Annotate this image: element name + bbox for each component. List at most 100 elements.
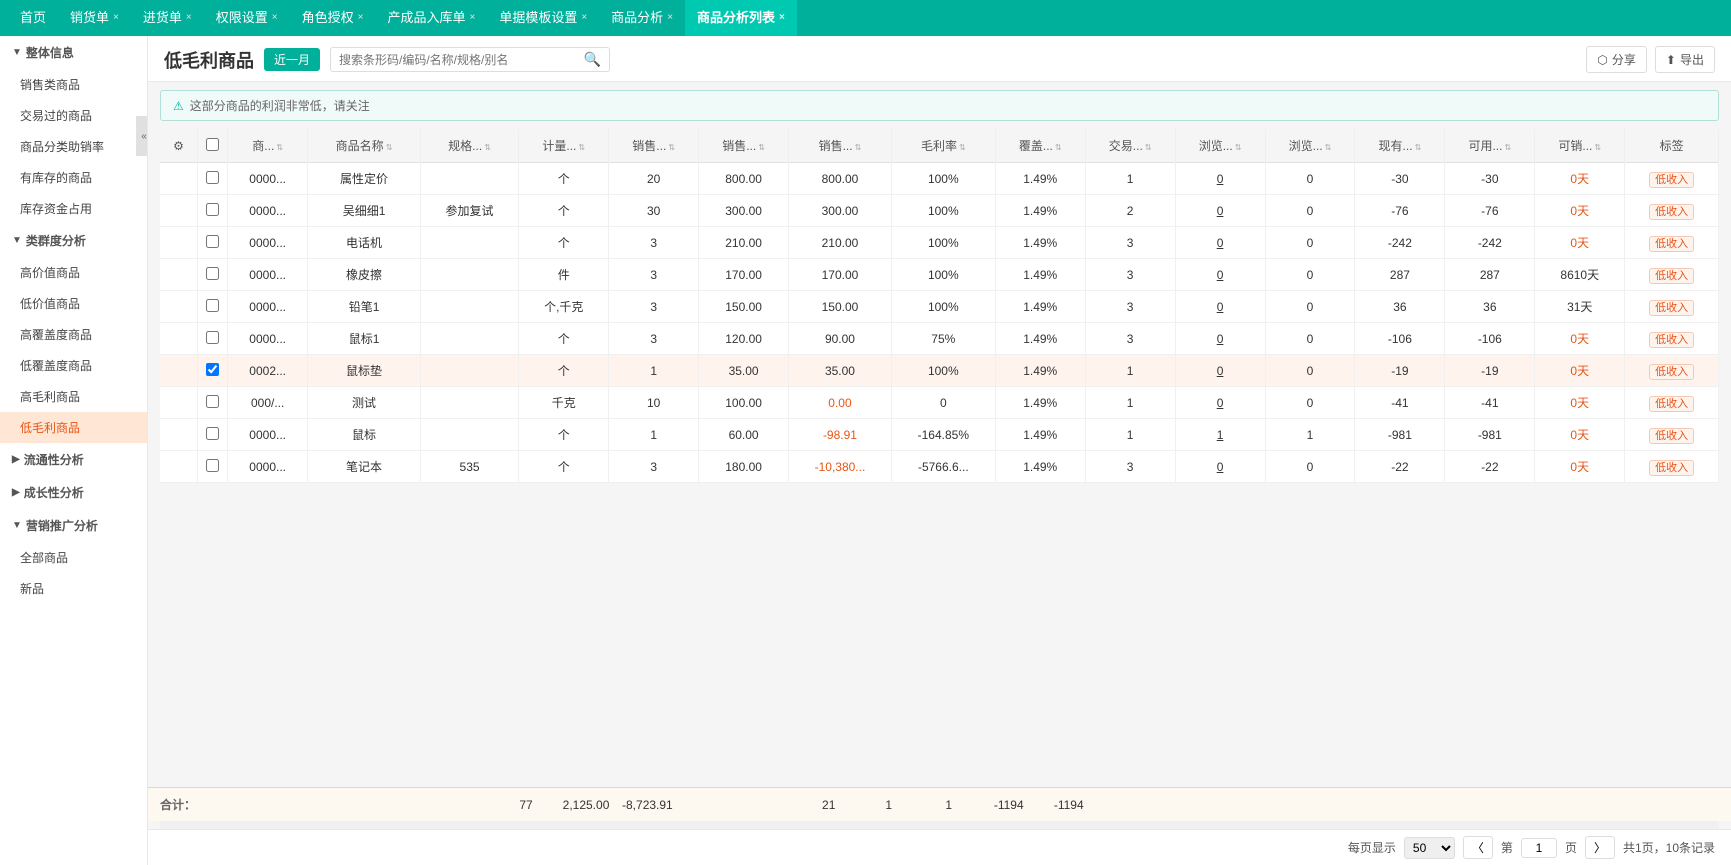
row-available-stock: -19 [1445,355,1535,387]
row-available-stock: -242 [1445,227,1535,259]
row-checkbox[interactable] [198,163,228,195]
row-checkbox[interactable] [198,451,228,483]
search-input[interactable] [339,53,584,67]
col-name[interactable]: 商品名称⇅ [308,129,421,163]
sidebar-item-category-sales-rate[interactable]: 商品分类助销率 [0,131,147,162]
col-code[interactable]: 商...⇅ [228,129,308,163]
row-settings[interactable] [160,291,198,323]
sidebar-item-low-coverage[interactable]: 低覆盖度商品 [0,350,147,381]
page-input[interactable] [1521,838,1557,858]
row-checkbox[interactable] [198,291,228,323]
col-available-stock[interactable]: 可用...⇅ [1445,129,1535,163]
nav-product-warehousing[interactable]: 产成品入库单 × [375,0,487,36]
nav-close-product-analysis-list[interactable]: × [779,0,785,36]
row-settings[interactable] [160,387,198,419]
col-gross-margin[interactable]: 毛利率⇅ [891,129,995,163]
sidebar-item-high-margin[interactable]: 高毛利商品 [0,381,147,412]
col-spec[interactable]: 规格...⇅ [420,129,518,163]
content-area: 低毛利商品 近一月 🔍 ⬡ 分享 ⬆ 导出 ⚠ 这部分商品的利润非常低，请关注 [148,36,1731,865]
row-settings[interactable] [160,323,198,355]
nav-close-permission[interactable]: × [272,0,278,36]
col-view2[interactable]: 浏览...⇅ [1265,129,1355,163]
nav-permission[interactable]: 权限设置 × [204,0,290,36]
share-button[interactable]: ⬡ 分享 [1586,46,1647,73]
nav-sales-order[interactable]: 销货单 × [58,0,131,36]
col-unit[interactable]: 计量...⇅ [519,129,609,163]
sidebar-collapse-btn[interactable]: « [136,116,148,156]
col-sale-qty[interactable]: 销售...⇅ [609,129,699,163]
sidebar-group-overall[interactable]: ▼ 整体信息 [0,36,147,69]
nav-home[interactable]: 首页 [8,0,58,36]
sidebar-group-growth[interactable]: ▶ 成长性分析 [0,476,147,509]
nav-close-template-settings[interactable]: × [581,0,587,36]
nav-purchase-order[interactable]: 进货单 × [131,0,204,36]
row-view1: 0 [1175,195,1265,227]
col-view1[interactable]: 浏览...⇅ [1175,129,1265,163]
select-all-checkbox[interactable] [206,138,219,151]
sidebar-item-high-coverage[interactable]: 高覆盖度商品 [0,319,147,350]
row-code: 0000... [228,419,308,451]
export-button[interactable]: ⬆ 导出 [1655,46,1715,73]
nav-close-sales-order[interactable]: × [113,0,119,36]
sidebar-item-high-value[interactable]: 高价值商品 [0,257,147,288]
row-checkbox[interactable] [198,323,228,355]
row-settings[interactable] [160,195,198,227]
horizontal-scrollbar[interactable] [160,821,1719,829]
page-label: 第 [1501,839,1513,856]
table-footer: 合计： 77 2,125.00 -8,723.91 21 1 1 -1194 -… [148,787,1731,821]
sidebar-item-sales-products[interactable]: 销售类商品 [0,69,147,100]
row-checkbox[interactable] [198,259,228,291]
row-gross-margin: 100% [891,291,995,323]
col-coverage[interactable]: 覆盖...⇅ [995,129,1085,163]
page-size-select[interactable]: 50 20 100 [1404,837,1455,859]
nav-product-analysis-list[interactable]: 商品分析列表 × [685,0,797,36]
row-available-stock: 287 [1445,259,1535,291]
row-settings[interactable] [160,227,198,259]
row-tag: 低收入 [1625,227,1719,259]
prev-page-button[interactable]: 〈 [1463,836,1493,859]
col-tag[interactable]: 标签 [1625,129,1719,163]
col-saleable-days[interactable]: 可销...⇅ [1535,129,1625,163]
nav-close-role-auth[interactable]: × [358,0,364,36]
sidebar-item-in-stock-products[interactable]: 有库存的商品 [0,162,147,193]
sidebar-item-new-products[interactable]: 新品 [0,573,147,604]
nav-product-analysis[interactable]: 商品分析 × [599,0,685,36]
sidebar-item-all-products[interactable]: 全部商品 [0,542,147,573]
row-settings[interactable] [160,419,198,451]
col-trade-count[interactable]: 交易...⇅ [1085,129,1175,163]
row-checkbox[interactable] [198,387,228,419]
row-name: 笔记本 [308,451,421,483]
nav-close-purchase-order[interactable]: × [186,0,192,36]
row-checkbox[interactable] [198,355,228,387]
col-sale-amount[interactable]: 销售...⇅ [699,129,789,163]
sidebar-item-low-value[interactable]: 低价值商品 [0,288,147,319]
row-settings[interactable] [160,355,198,387]
row-checkbox[interactable] [198,195,228,227]
nav-template-settings[interactable]: 单据模板设置 × [487,0,599,36]
next-page-button[interactable]: 〉 [1585,836,1615,859]
sidebar-item-low-margin[interactable]: 低毛利商品 [0,412,147,443]
row-spec: 参加复试 [420,195,518,227]
sidebar-group-cluster[interactable]: ▼ 类群度分析 [0,224,147,257]
nav-close-product-analysis[interactable]: × [667,0,673,36]
row-checkbox[interactable] [198,419,228,451]
col-settings[interactable]: ⚙ [160,129,198,163]
sidebar-item-traded-products[interactable]: 交易过的商品 [0,100,147,131]
search-icon[interactable]: 🔍 [584,51,601,68]
col-sale-profit[interactable]: 销售...⇅ [789,129,892,163]
row-checkbox[interactable] [198,227,228,259]
row-settings[interactable] [160,259,198,291]
row-settings[interactable] [160,451,198,483]
arrow-right-icon-2: ▶ [12,487,20,498]
col-current-stock[interactable]: 现有...⇅ [1355,129,1445,163]
row-code: 0000... [228,195,308,227]
row-name: 鼠标垫 [308,355,421,387]
col-checkbox[interactable] [198,129,228,163]
sidebar-group-liquidity[interactable]: ▶ 流通性分析 [0,443,147,476]
sidebar-item-inventory-capital[interactable]: 库存资金占用 [0,193,147,224]
nav-close-product-warehousing[interactable]: × [469,0,475,36]
nav-role-auth[interactable]: 角色授权 × [290,0,376,36]
row-settings[interactable] [160,163,198,195]
sidebar-group-marketing[interactable]: ▼ 营销推广分析 [0,509,147,542]
date-filter-button[interactable]: 近一月 [264,48,320,71]
